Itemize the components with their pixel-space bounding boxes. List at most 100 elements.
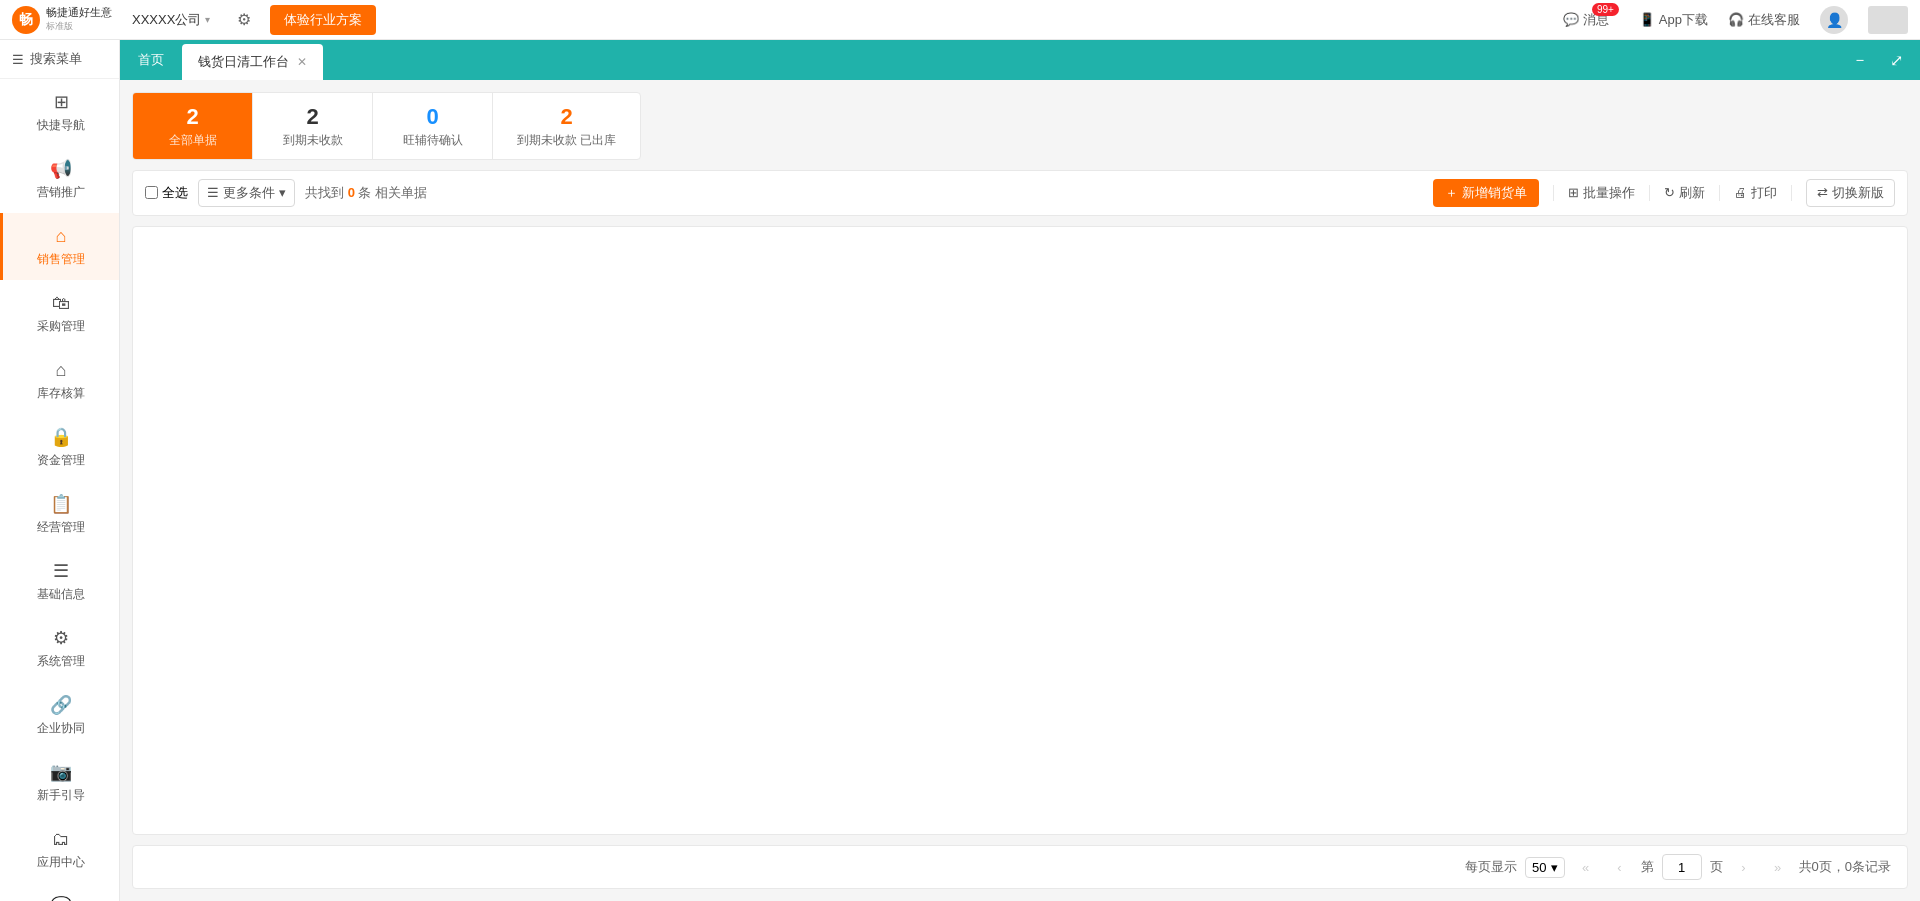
pagination-bar: 每页显示 50 ▾ « ‹ 第 页 › » (132, 845, 1908, 889)
tab-workbench-label: 钱货日清工作台 (198, 53, 289, 71)
app-center-icon: 🗂 (50, 828, 72, 850)
page-size-value: 50 (1532, 860, 1546, 875)
stats-label-wangwang: 旺辅待确认 (397, 132, 468, 149)
finance-icon: 🔒 (50, 426, 72, 448)
sidebar-label-enterprise: 企业协同 (37, 720, 85, 737)
print-icon: 🖨 (1734, 185, 1747, 200)
sidebar-item-marketing[interactable]: 📢 营销推广 (0, 146, 119, 213)
app-badge: 标准版 (46, 20, 112, 33)
avatar[interactable]: 👤 (1820, 6, 1848, 34)
sidebar: ☰ 搜索菜单 ⊞ 快捷导航 📢 营销推广 ⌂ 销售管理 🛍 采购管理 ⌂ 库存核… (0, 40, 120, 901)
switch-version-button[interactable]: ⇄ 切换新版 (1806, 179, 1895, 207)
sidebar-item-quick-nav[interactable]: ⊞ 快捷导航 (0, 79, 119, 146)
sidebar-item-purchase[interactable]: 🛍 采购管理 (0, 280, 119, 347)
sidebar-item-sales[interactable]: ⌂ 销售管理 (0, 213, 119, 280)
stats-label-overdue-unpaid: 到期未收款 (277, 132, 348, 149)
logo-text-block: 畅捷通好生意 标准版 (46, 6, 112, 32)
wechat-icon: 💬 (50, 895, 72, 901)
filter-icon: ☰ (207, 185, 219, 200)
sidebar-item-wechat[interactable]: 💬 企业微信 (0, 883, 119, 901)
refresh-label: 刷新 (1679, 184, 1705, 202)
service-icon: 🎧 (1728, 12, 1744, 27)
batch-operation-button[interactable]: ⊞ 批量操作 (1568, 184, 1635, 202)
select-all-checkbox[interactable]: 全选 (145, 184, 188, 202)
tab-close-icon[interactable]: ✕ (297, 55, 307, 69)
switch-label: 切换新版 (1832, 184, 1884, 202)
page-size-select[interactable]: 50 ▾ (1525, 857, 1564, 878)
page-text-end: 页 (1710, 858, 1723, 876)
company-name: XXXXX公司 (132, 11, 201, 29)
search-menu-label: 搜索菜单 (30, 50, 82, 68)
trial-button[interactable]: 体验行业方案 (270, 5, 376, 35)
new-order-button[interactable]: ＋ 新增销货单 (1433, 179, 1539, 207)
company-selector[interactable]: XXXXX公司 ▾ (132, 11, 210, 29)
refresh-button[interactable]: ↻ 刷新 (1664, 184, 1705, 202)
tab-minimize-button[interactable]: － (1846, 46, 1874, 74)
sidebar-label-purchase: 采购管理 (37, 318, 85, 335)
notification-count: 99+ (1592, 3, 1619, 16)
prev-page-button[interactable]: ‹ (1607, 854, 1633, 880)
stats-tab-overdue-unpaid[interactable]: 2 到期未收款 (253, 93, 373, 159)
notification-button[interactable]: 💬 消息 99+ (1563, 11, 1609, 29)
first-page-icon: « (1582, 860, 1589, 875)
found-text: 共找到 0 条 相关单据 (305, 184, 427, 202)
sidebar-item-inventory[interactable]: ⌂ 库存核算 (0, 347, 119, 414)
tab-bar-right: － ⤢ (1846, 40, 1920, 80)
sidebar-label-guide: 新手引导 (37, 787, 85, 804)
add-icon: ＋ (1445, 184, 1458, 202)
stats-tab-wangwang[interactable]: 0 旺辅待确认 (373, 93, 493, 159)
inventory-icon: ⌂ (50, 359, 72, 381)
sidebar-label-basic-info: 基础信息 (37, 586, 85, 603)
next-page-button[interactable]: › (1731, 854, 1757, 880)
toolbar-divider-1 (1553, 185, 1554, 201)
select-all-input[interactable] (145, 186, 158, 199)
quick-nav-icon: ⊞ (50, 91, 72, 113)
batch-label: 批量操作 (1583, 184, 1635, 202)
page-size-label: 每页显示 (1465, 858, 1517, 876)
app-download-button[interactable]: 📱 App下载 (1639, 11, 1708, 29)
print-button[interactable]: 🖨 打印 (1734, 184, 1777, 202)
toolbar: 全选 ☰ 更多条件 ▾ 共找到 0 条 相关单据 ＋ (132, 170, 1908, 216)
tab-expand-button[interactable]: ⤢ (1882, 46, 1910, 74)
stats-tab-all[interactable]: 2 全部单据 (133, 93, 253, 159)
system-icon: ⚙ (50, 627, 72, 649)
more-filter-button[interactable]: ☰ 更多条件 ▾ (198, 179, 295, 207)
refresh-icon: ↻ (1664, 185, 1675, 200)
online-service-label: 在线客服 (1748, 11, 1800, 29)
app-name: 畅捷通好生意 (46, 6, 112, 19)
sidebar-label-system: 系统管理 (37, 653, 85, 670)
sidebar-item-app-center[interactable]: 🗂 应用中心 (0, 816, 119, 883)
search-menu-button[interactable]: ☰ 搜索菜单 (0, 40, 119, 79)
marketing-icon: 📢 (50, 158, 72, 180)
last-page-button[interactable]: » (1765, 854, 1791, 880)
toolbar-divider-2 (1649, 185, 1650, 201)
sidebar-item-basic-info[interactable]: ☰ 基础信息 (0, 548, 119, 615)
sidebar-item-operation[interactable]: 📋 经营管理 (0, 481, 119, 548)
print-label: 打印 (1751, 184, 1777, 202)
sidebar-item-guide[interactable]: 📷 新手引导 (0, 749, 119, 816)
tab-workbench[interactable]: 钱货日清工作台 ✕ (182, 44, 323, 80)
online-service-button[interactable]: 🎧 在线客服 (1728, 11, 1800, 29)
header-right: 💬 消息 99+ 📱 App下载 🎧 在线客服 👤 (1563, 6, 1908, 34)
user-name-display (1868, 6, 1908, 34)
page-text: 第 (1641, 858, 1654, 876)
app-download-label: App下载 (1659, 11, 1708, 29)
sidebar-label-operation: 经营管理 (37, 519, 85, 536)
new-order-label: 新增销货单 (1462, 184, 1527, 202)
sidebar-item-finance[interactable]: 🔒 资金管理 (0, 414, 119, 481)
purchase-icon: 🛍 (50, 292, 72, 314)
search-icon: ☰ (12, 52, 24, 67)
total-info: 共0页，0条记录 (1799, 858, 1891, 876)
settings-button[interactable]: ⚙ (230, 6, 258, 34)
stats-tab-overdue-shipped[interactable]: 2 到期未收款 已出库 (493, 93, 640, 159)
sidebar-label-finance: 资金管理 (37, 452, 85, 469)
content-area: 首页 钱货日清工作台 ✕ － ⤢ 2 全部单据 2 到期未收款 (120, 40, 1920, 901)
tab-home[interactable]: 首页 (120, 40, 182, 80)
first-page-button[interactable]: « (1573, 854, 1599, 880)
sidebar-item-enterprise[interactable]: 🔗 企业协同 (0, 682, 119, 749)
page-number-input[interactable] (1662, 854, 1702, 880)
sidebar-label-marketing: 营销推广 (37, 184, 85, 201)
sidebar-item-system[interactable]: ⚙ 系统管理 (0, 615, 119, 682)
sidebar-label-app-center: 应用中心 (37, 854, 85, 871)
operation-icon: 📋 (50, 493, 72, 515)
